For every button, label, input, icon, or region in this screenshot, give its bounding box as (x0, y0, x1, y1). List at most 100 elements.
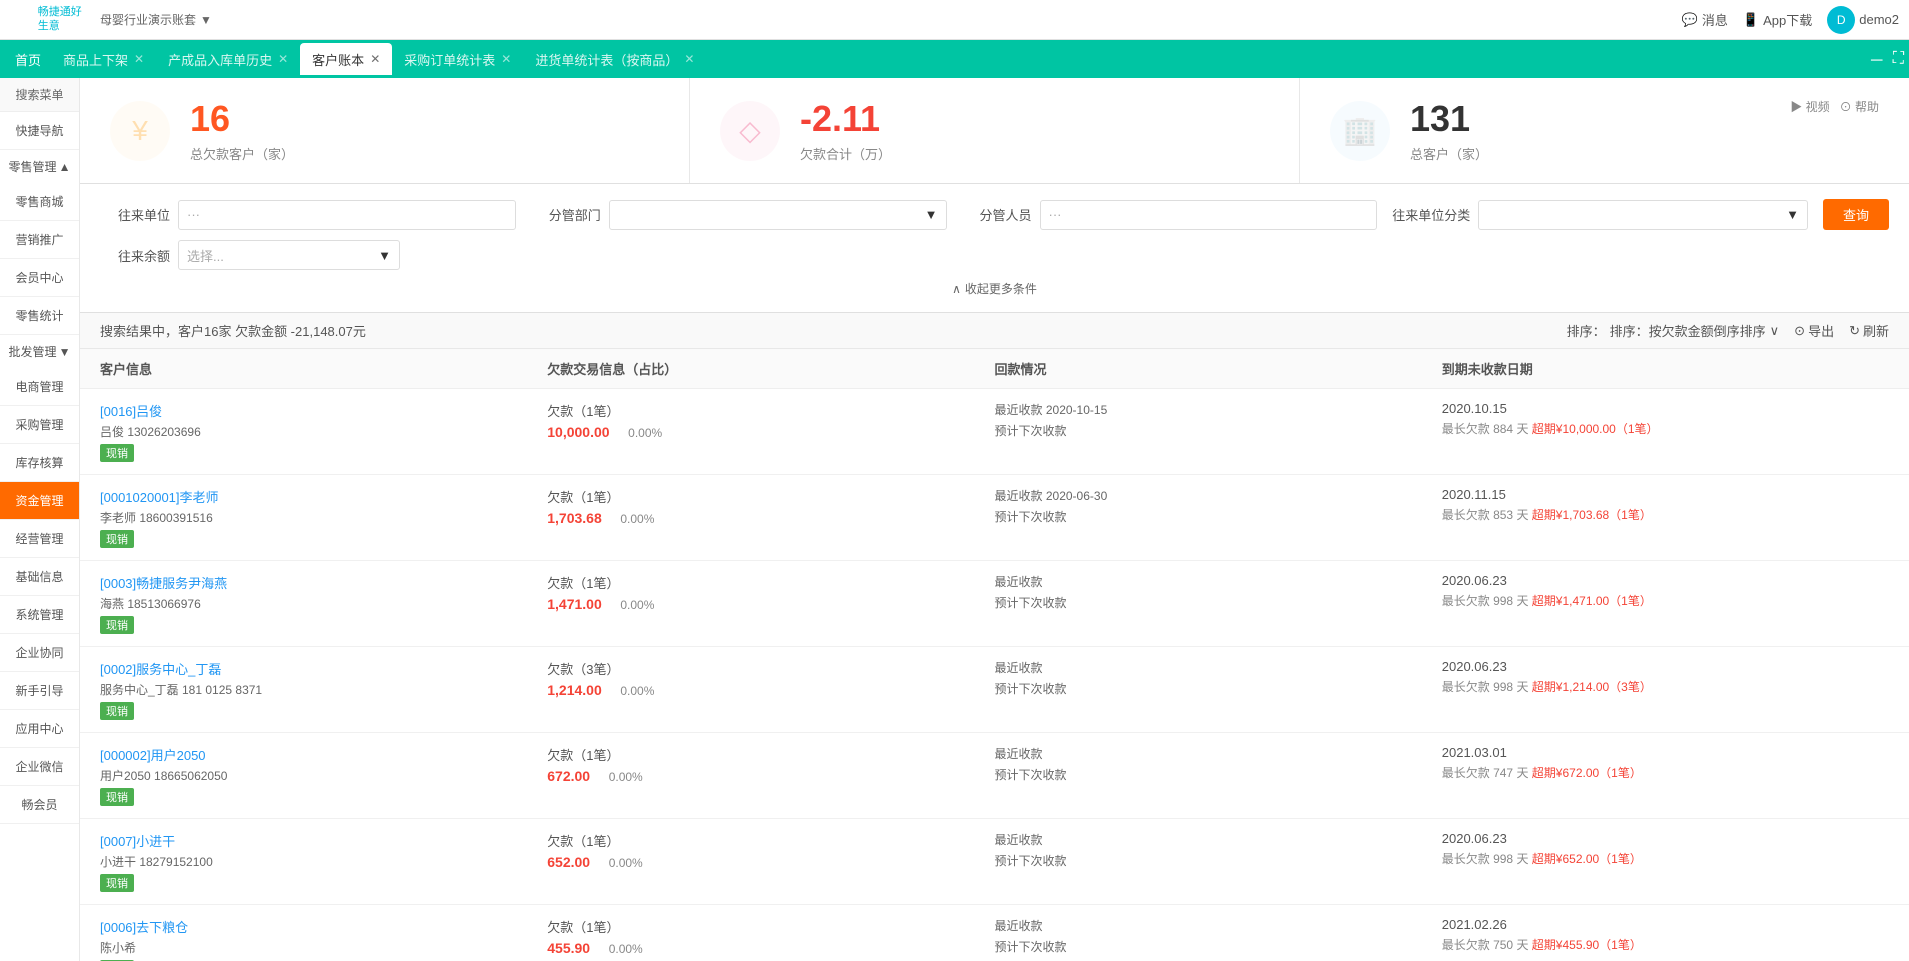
app-download-btn[interactable]: 📱 App下载 (1743, 10, 1812, 29)
overdue-amount-2[interactable]: 超期¥1,471.00（1笔） (1532, 594, 1652, 608)
customer-name-1[interactable]: [0001020001]李老师 (100, 487, 547, 506)
sidebar-item-marketing[interactable]: 营销推广 (0, 221, 79, 259)
filter-from-unit: 往来单位 ··· (100, 200, 516, 230)
sidebar-search[interactable]: 搜索菜单 (0, 78, 79, 112)
status-badge-2: 现销 (100, 616, 134, 634)
balance-label: 往来余额 (100, 246, 170, 265)
sidebar-item-retail-mall[interactable]: 零售商城 (0, 183, 79, 221)
content-area: ¥ 16 总欠款客户（家） ◇ -2.11 欠款合计（万） 🏢 131 总客户（… (80, 78, 1909, 961)
overdue-amount-4[interactable]: 超期¥672.00（1笔） (1532, 766, 1642, 780)
close-icon[interactable]: ✕ (501, 52, 511, 66)
unit-category-input[interactable]: ▼ (1478, 200, 1808, 230)
sidebar-item-ecommerce[interactable]: 电商管理 (0, 368, 79, 406)
tab-home[interactable]: 首页 (5, 43, 51, 75)
due-cell-3: 2020.06.23 最长欠款 998 天 超期¥1,214.00（3笔） (1442, 659, 1889, 695)
sidebar-item-inventory[interactable]: 库存核算 (0, 444, 79, 482)
sidebar-item-app-center[interactable]: 应用中心 (0, 710, 79, 748)
tab-production-history[interactable]: 产成品入库单历史 ✕ (156, 43, 300, 75)
sidebar-item-retail-stats[interactable]: 零售统计 (0, 297, 79, 335)
customer-name-4[interactable]: [000002]用户2050 (100, 745, 547, 764)
maximize-icon[interactable]: ⛶ (1893, 50, 1904, 68)
customer-cell-6: [0006]去下粮仓 陈小希 现销 (100, 917, 547, 961)
filter-area: 往来单位 ··· 分管部门 ▼ 分管人员 ··· (80, 184, 1909, 313)
sidebar-item-finance[interactable]: 资金管理 (0, 482, 79, 520)
close-icon[interactable]: ✕ (134, 52, 144, 66)
refresh-button[interactable]: ↻ 刷新 (1849, 321, 1889, 340)
table-row: [0001020001]李老师 李老师 18600391516 现销 欠款（1笔… (80, 475, 1909, 561)
export-button[interactable]: ⊙ 导出 (1794, 321, 1834, 340)
manager-label: 分管人员 (962, 205, 1032, 224)
customer-cell-2: [0003]畅捷服务尹海燕 海燕 18513066976 现销 (100, 573, 547, 634)
close-icon[interactable]: ✕ (684, 52, 694, 66)
sidebar-item-purchase[interactable]: 采购管理 (0, 406, 79, 444)
unit-category-label: 往来单位分类 (1392, 205, 1470, 224)
app-logo: 好 (10, 5, 34, 35)
tab-bar-controls: － ⛶ (1869, 47, 1904, 71)
tab-purchase-order[interactable]: 采购订单统计表 ✕ (392, 43, 523, 75)
customers-count: 16 (190, 98, 659, 140)
sidebar-item-retail-mgmt[interactable]: 零售管理 ▲ (0, 150, 79, 183)
minimize-icon[interactable]: － (1869, 47, 1885, 71)
filter-dept: 分管部门 ▼ (531, 200, 947, 230)
customer-cell-3: [0002]服务中心_丁磊 服务中心_丁磊 181 0125 8371 现销 (100, 659, 547, 720)
due-date-2: 2020.06.23 (1442, 573, 1889, 588)
user-avatar[interactable]: D demo2 (1827, 6, 1899, 34)
customer-name-6[interactable]: [0006]去下粮仓 (100, 917, 547, 936)
overdue-amount-0[interactable]: 超期¥10,000.00（1笔） (1532, 422, 1659, 436)
amount-number: -2.11 (800, 98, 1269, 140)
col-due-date: 到期未收款日期 (1442, 359, 1889, 378)
status-badge-0: 现销 (100, 444, 134, 462)
tab-stock-stats[interactable]: 进货单统计表（按商品） ✕ (523, 43, 706, 75)
message-btn[interactable]: 💬 消息 (1682, 10, 1728, 29)
overdue-amount-3[interactable]: 超期¥1,214.00（3笔） (1532, 680, 1652, 694)
customer-cell-5: [0007]小进干 小进干 18279152100 现销 (100, 831, 547, 892)
customer-name-0[interactable]: [0016]吕俊 (100, 401, 547, 420)
sidebar-item-quick-nav[interactable]: 快捷导航 (0, 112, 79, 150)
tab-customer-account[interactable]: 客户账本 ✕ (300, 43, 392, 75)
overdue-amount-5[interactable]: 超期¥652.00（1笔） (1532, 852, 1642, 866)
close-icon[interactable]: ✕ (278, 52, 288, 66)
sidebar-item-operations[interactable]: 经营管理 (0, 520, 79, 558)
due-date-6: 2021.02.26 (1442, 917, 1889, 932)
debt-amount-6: 455.90 (547, 940, 590, 956)
manager-input[interactable]: ··· (1040, 200, 1378, 230)
sidebar-item-wholesale-mgmt[interactable]: 批发管理 ▼ (0, 335, 79, 368)
customer-name-3[interactable]: [0002]服务中心_丁磊 (100, 659, 547, 678)
sidebar-item-guide[interactable]: 新手引导 (0, 672, 79, 710)
sidebar-item-basic-info[interactable]: 基础信息 (0, 558, 79, 596)
debt-cell-3: 欠款（3笔） 1,214.00 0.00% (547, 659, 994, 698)
total-number: 131 (1410, 98, 1790, 140)
app-name: 畅捷通好生意 (38, 6, 90, 32)
last-payment-1: 最近收款 2020-06-30 (995, 487, 1442, 504)
sidebar-item-enterprise[interactable]: 企业协同 (0, 634, 79, 672)
overdue-amount-6[interactable]: 超期¥455.90（1笔） (1532, 938, 1642, 952)
store-selector[interactable]: 母婴行业演示账套 ▼ (100, 11, 212, 28)
due-cell-6: 2021.02.26 最长欠款 750 天 超期¥455.90（1笔） (1442, 917, 1889, 953)
overdue-amount-1[interactable]: 超期¥1,703.68（1笔） (1532, 508, 1652, 522)
col-debt-info: 欠款交易信息（占比） (547, 359, 994, 378)
debt-cell-2: 欠款（1笔） 1,471.00 0.00% (547, 573, 994, 612)
tab-product-listing[interactable]: 商品上下架 ✕ (51, 43, 156, 75)
col-repayment: 回款情况 (995, 359, 1442, 378)
customer-name-5[interactable]: [0007]小进干 (100, 831, 547, 850)
sidebar-item-member[interactable]: 会员中心 (0, 259, 79, 297)
balance-input[interactable]: 选择... ▼ (178, 240, 400, 270)
collapse-button[interactable]: ∧ 收起更多条件 (952, 280, 1037, 297)
search-button[interactable]: 查询 (1823, 199, 1889, 230)
debt-amount-2: 1,471.00 (547, 596, 602, 612)
close-icon[interactable]: ✕ (370, 52, 380, 66)
sidebar-item-system[interactable]: 系统管理 (0, 596, 79, 634)
from-unit-input[interactable]: ··· (178, 200, 516, 230)
sort-selector[interactable]: 排序： 排序：按欠款金额倒序排序 ∨ (1567, 321, 1780, 340)
sidebar-item-vip[interactable]: 畅会员 (0, 786, 79, 824)
table-row: [0002]服务中心_丁磊 服务中心_丁磊 181 0125 8371 现销 欠… (80, 647, 1909, 733)
help-btn[interactable]: ⊙ 帮助 (1840, 98, 1879, 115)
customer-cell-0: [0016]吕俊 吕俊 13026203696 现销 (100, 401, 547, 462)
due-date-1: 2020.11.15 (1442, 487, 1889, 502)
sidebar-item-wechat[interactable]: 企业微信 (0, 748, 79, 786)
dept-input[interactable]: ▼ (609, 200, 947, 230)
customer-name-2[interactable]: [0003]畅捷服务尹海燕 (100, 573, 547, 592)
repayment-cell-4: 最近收款 预计下次收款 (995, 745, 1442, 783)
due-cell-1: 2020.11.15 最长欠款 853 天 超期¥1,703.68（1笔） (1442, 487, 1889, 523)
video-btn[interactable]: ▶ 视频 (1790, 98, 1829, 115)
